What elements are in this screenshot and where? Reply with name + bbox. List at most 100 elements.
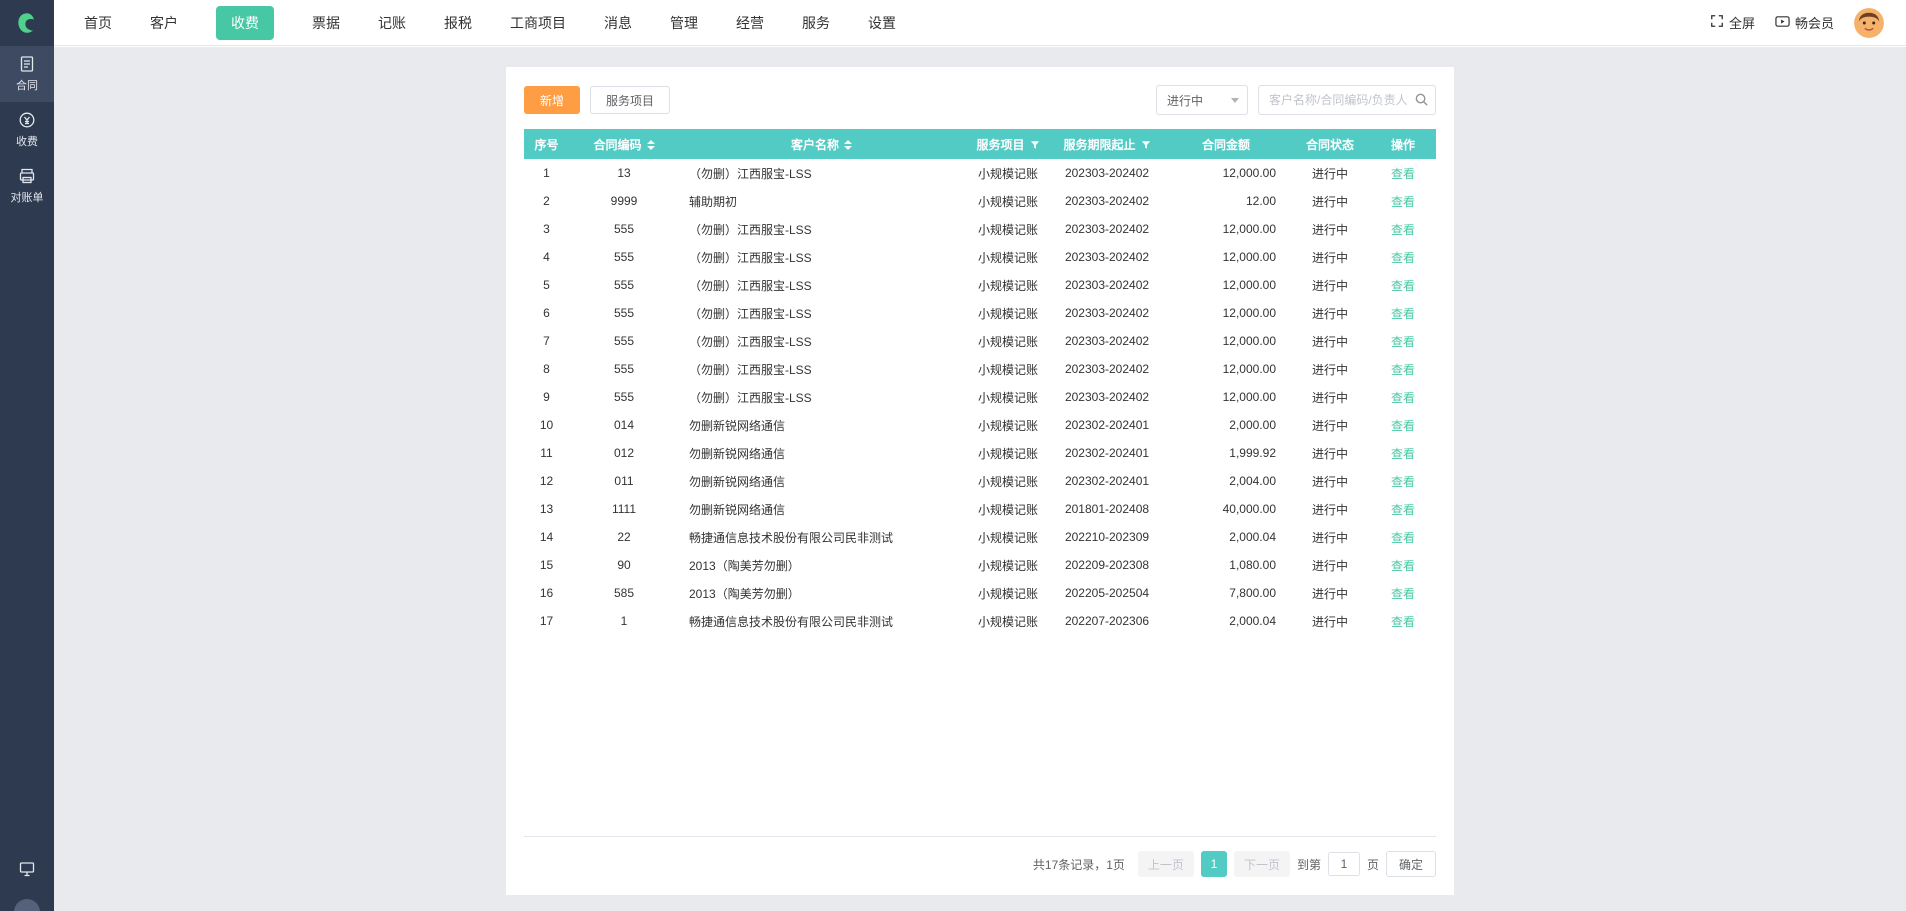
view-link[interactable]: 查看 xyxy=(1391,363,1415,377)
view-link[interactable]: 查看 xyxy=(1391,335,1415,349)
col-contract-code[interactable]: 合同编码 xyxy=(569,129,679,159)
help-icon[interactable] xyxy=(14,899,40,911)
view-link[interactable]: 查看 xyxy=(1391,503,1415,517)
cell-actions: 查看 xyxy=(1370,411,1436,439)
sort-icon[interactable] xyxy=(646,140,655,151)
avatar-image xyxy=(1854,7,1884,38)
table-row: 4 555 （勿删）江西服宝-LSS 小规模记账 202303-202402 1… xyxy=(524,243,1436,271)
col-service-item[interactable]: 服务项目 xyxy=(964,129,1052,159)
cell-service-period: 202302-202401 xyxy=(1064,418,1150,432)
goto-prefix-label: 到第 xyxy=(1296,857,1321,872)
fullscreen-button[interactable]: 全屏 xyxy=(1710,13,1755,32)
cell-service-period: 202303-202402 xyxy=(1064,334,1150,348)
view-link[interactable]: 查看 xyxy=(1391,167,1415,181)
view-link[interactable]: 查看 xyxy=(1391,307,1415,321)
sidebar-item-contract[interactable]: 合同 xyxy=(0,46,54,102)
search-input[interactable] xyxy=(1258,85,1436,115)
view-link[interactable]: 查看 xyxy=(1391,419,1415,433)
nav-item-operations[interactable]: 经营 xyxy=(736,6,764,40)
filter-icon[interactable] xyxy=(1141,140,1151,150)
view-link[interactable]: 查看 xyxy=(1391,587,1415,601)
sidebar-item-service-desk[interactable] xyxy=(0,851,54,887)
nav-item-messages[interactable]: 消息 xyxy=(604,6,632,40)
view-link[interactable]: 查看 xyxy=(1391,195,1415,209)
cell-contract-code: 9999 xyxy=(610,194,638,208)
app-logo[interactable] xyxy=(0,0,54,46)
status-filter-select[interactable]: 进行中 xyxy=(1156,85,1248,115)
view-link[interactable]: 查看 xyxy=(1391,223,1415,237)
cell-seq: 8 xyxy=(543,362,550,376)
nav-item-services[interactable]: 服务 xyxy=(802,6,830,40)
cell-contract-amount: 2,000.04 xyxy=(1229,614,1276,628)
cell-actions: 查看 xyxy=(1370,215,1436,243)
nav-item-customers[interactable]: 客户 xyxy=(150,6,178,40)
cell-actions: 查看 xyxy=(1370,439,1436,467)
cell-contract-code: 585 xyxy=(613,586,635,600)
view-link[interactable]: 查看 xyxy=(1391,391,1415,405)
cell-contract-amount: 2,000.00 xyxy=(1229,418,1276,432)
view-link[interactable]: 查看 xyxy=(1391,475,1415,489)
view-link[interactable]: 查看 xyxy=(1391,559,1415,573)
sort-icon[interactable] xyxy=(844,140,852,151)
cell-contract-code: 014 xyxy=(613,418,635,432)
nav-item-tax[interactable]: 报税 xyxy=(444,6,472,40)
nav-item-business-projects[interactable]: 工商项目 xyxy=(510,6,566,40)
confirm-button[interactable]: 确定 xyxy=(1385,851,1436,877)
view-link[interactable]: 查看 xyxy=(1391,615,1415,629)
col-actions: 操作 xyxy=(1370,129,1436,159)
cell-contract-amount: 40,000.00 xyxy=(1222,502,1276,516)
goto-page-input[interactable] xyxy=(1327,852,1360,876)
table-row: 8 555 （勿删）江西服宝-LSS 小规模记账 202303-202402 1… xyxy=(524,355,1436,383)
view-link[interactable]: 查看 xyxy=(1391,279,1415,293)
add-button[interactable]: 新增 xyxy=(524,86,581,114)
col-contract-status: 合同状态 xyxy=(1290,129,1370,159)
cell-seq: 2 xyxy=(543,194,550,208)
view-link[interactable]: 查看 xyxy=(1391,531,1415,545)
service-items-button[interactable]: 服务项目 xyxy=(590,86,671,114)
cell-service-period: 202302-202401 xyxy=(1064,474,1150,488)
contract-list-card: 新增 服务项目 进行中 客户名称/合同编码/负责人 序号 合同编码 客户名称 服… xyxy=(506,67,1454,895)
cell-service-period: 202303-202402 xyxy=(1064,250,1150,264)
nav-item-invoices[interactable]: 票据 xyxy=(312,6,340,40)
search-icon[interactable] xyxy=(1414,92,1429,112)
sidebar-item-statement[interactable]: 对账单 xyxy=(0,158,54,214)
page-number-button[interactable]: 1 xyxy=(1200,851,1227,877)
col-service-period[interactable]: 服务期限起止 xyxy=(1052,129,1162,159)
cell-service-item: 小规模记账 xyxy=(977,446,1038,461)
nav-item-fees[interactable]: 收费 xyxy=(216,5,274,40)
cell-contract-status: 进行中 xyxy=(1311,306,1348,321)
table-row: 1 13 （勿删）江西服宝-LSS 小规模记账 202303-202402 12… xyxy=(524,159,1436,187)
nav-item-settings[interactable]: 设置 xyxy=(868,6,896,40)
cell-contract-status: 进行中 xyxy=(1311,502,1348,517)
nav-item-home[interactable]: 首页 xyxy=(84,6,112,40)
next-page-button[interactable]: 下一页 xyxy=(1233,851,1290,877)
service-desk-icon xyxy=(18,860,36,878)
cell-service-item: 小规模记账 xyxy=(977,390,1038,405)
table-header-row: 序号 合同编码 客户名称 服务项目 服务期限起止 合同金额 合同状态 操作 xyxy=(524,129,1436,159)
col-customer-name[interactable]: 客户名称 xyxy=(679,129,964,159)
table-row: 2 9999 辅助期初 小规模记账 202303-202402 12.00 进行… xyxy=(524,187,1436,215)
table-row: 6 555 （勿删）江西服宝-LSS 小规模记账 202303-202402 1… xyxy=(524,299,1436,327)
logo-icon xyxy=(18,13,35,33)
cell-customer-name: 畅捷通信息技术股份有限公司民非测试 xyxy=(689,530,894,545)
cell-actions: 查看 xyxy=(1370,579,1436,607)
avatar[interactable] xyxy=(1854,7,1884,38)
filter-icon[interactable] xyxy=(1030,140,1040,150)
prev-page-button[interactable]: 上一页 xyxy=(1137,851,1194,877)
cell-contract-status: 进行中 xyxy=(1311,390,1348,405)
cell-service-item: 小规模记账 xyxy=(977,278,1038,293)
cell-customer-name: （勿删）江西服宝-LSS xyxy=(689,250,812,265)
cell-customer-name: 2013（陶美芳勿删） xyxy=(689,558,800,573)
view-link[interactable]: 查看 xyxy=(1391,447,1415,461)
member-button[interactable]: 畅会员 xyxy=(1775,13,1834,32)
cell-customer-name: （勿删）江西服宝-LSS xyxy=(689,362,812,377)
view-link[interactable]: 查看 xyxy=(1391,251,1415,265)
sidebar-item-fee[interactable]: 收费 xyxy=(0,102,54,158)
table-row: 9 555 （勿删）江西服宝-LSS 小规模记账 202303-202402 1… xyxy=(524,383,1436,411)
cell-contract-code: 012 xyxy=(613,446,635,460)
nav-item-management[interactable]: 管理 xyxy=(670,6,698,40)
cell-contract-amount: 12,000.00 xyxy=(1222,222,1276,236)
cell-service-item: 小规模记账 xyxy=(977,502,1038,517)
nav-item-bookkeeping[interactable]: 记账 xyxy=(378,6,406,40)
cell-service-item: 小规模记账 xyxy=(977,306,1038,321)
